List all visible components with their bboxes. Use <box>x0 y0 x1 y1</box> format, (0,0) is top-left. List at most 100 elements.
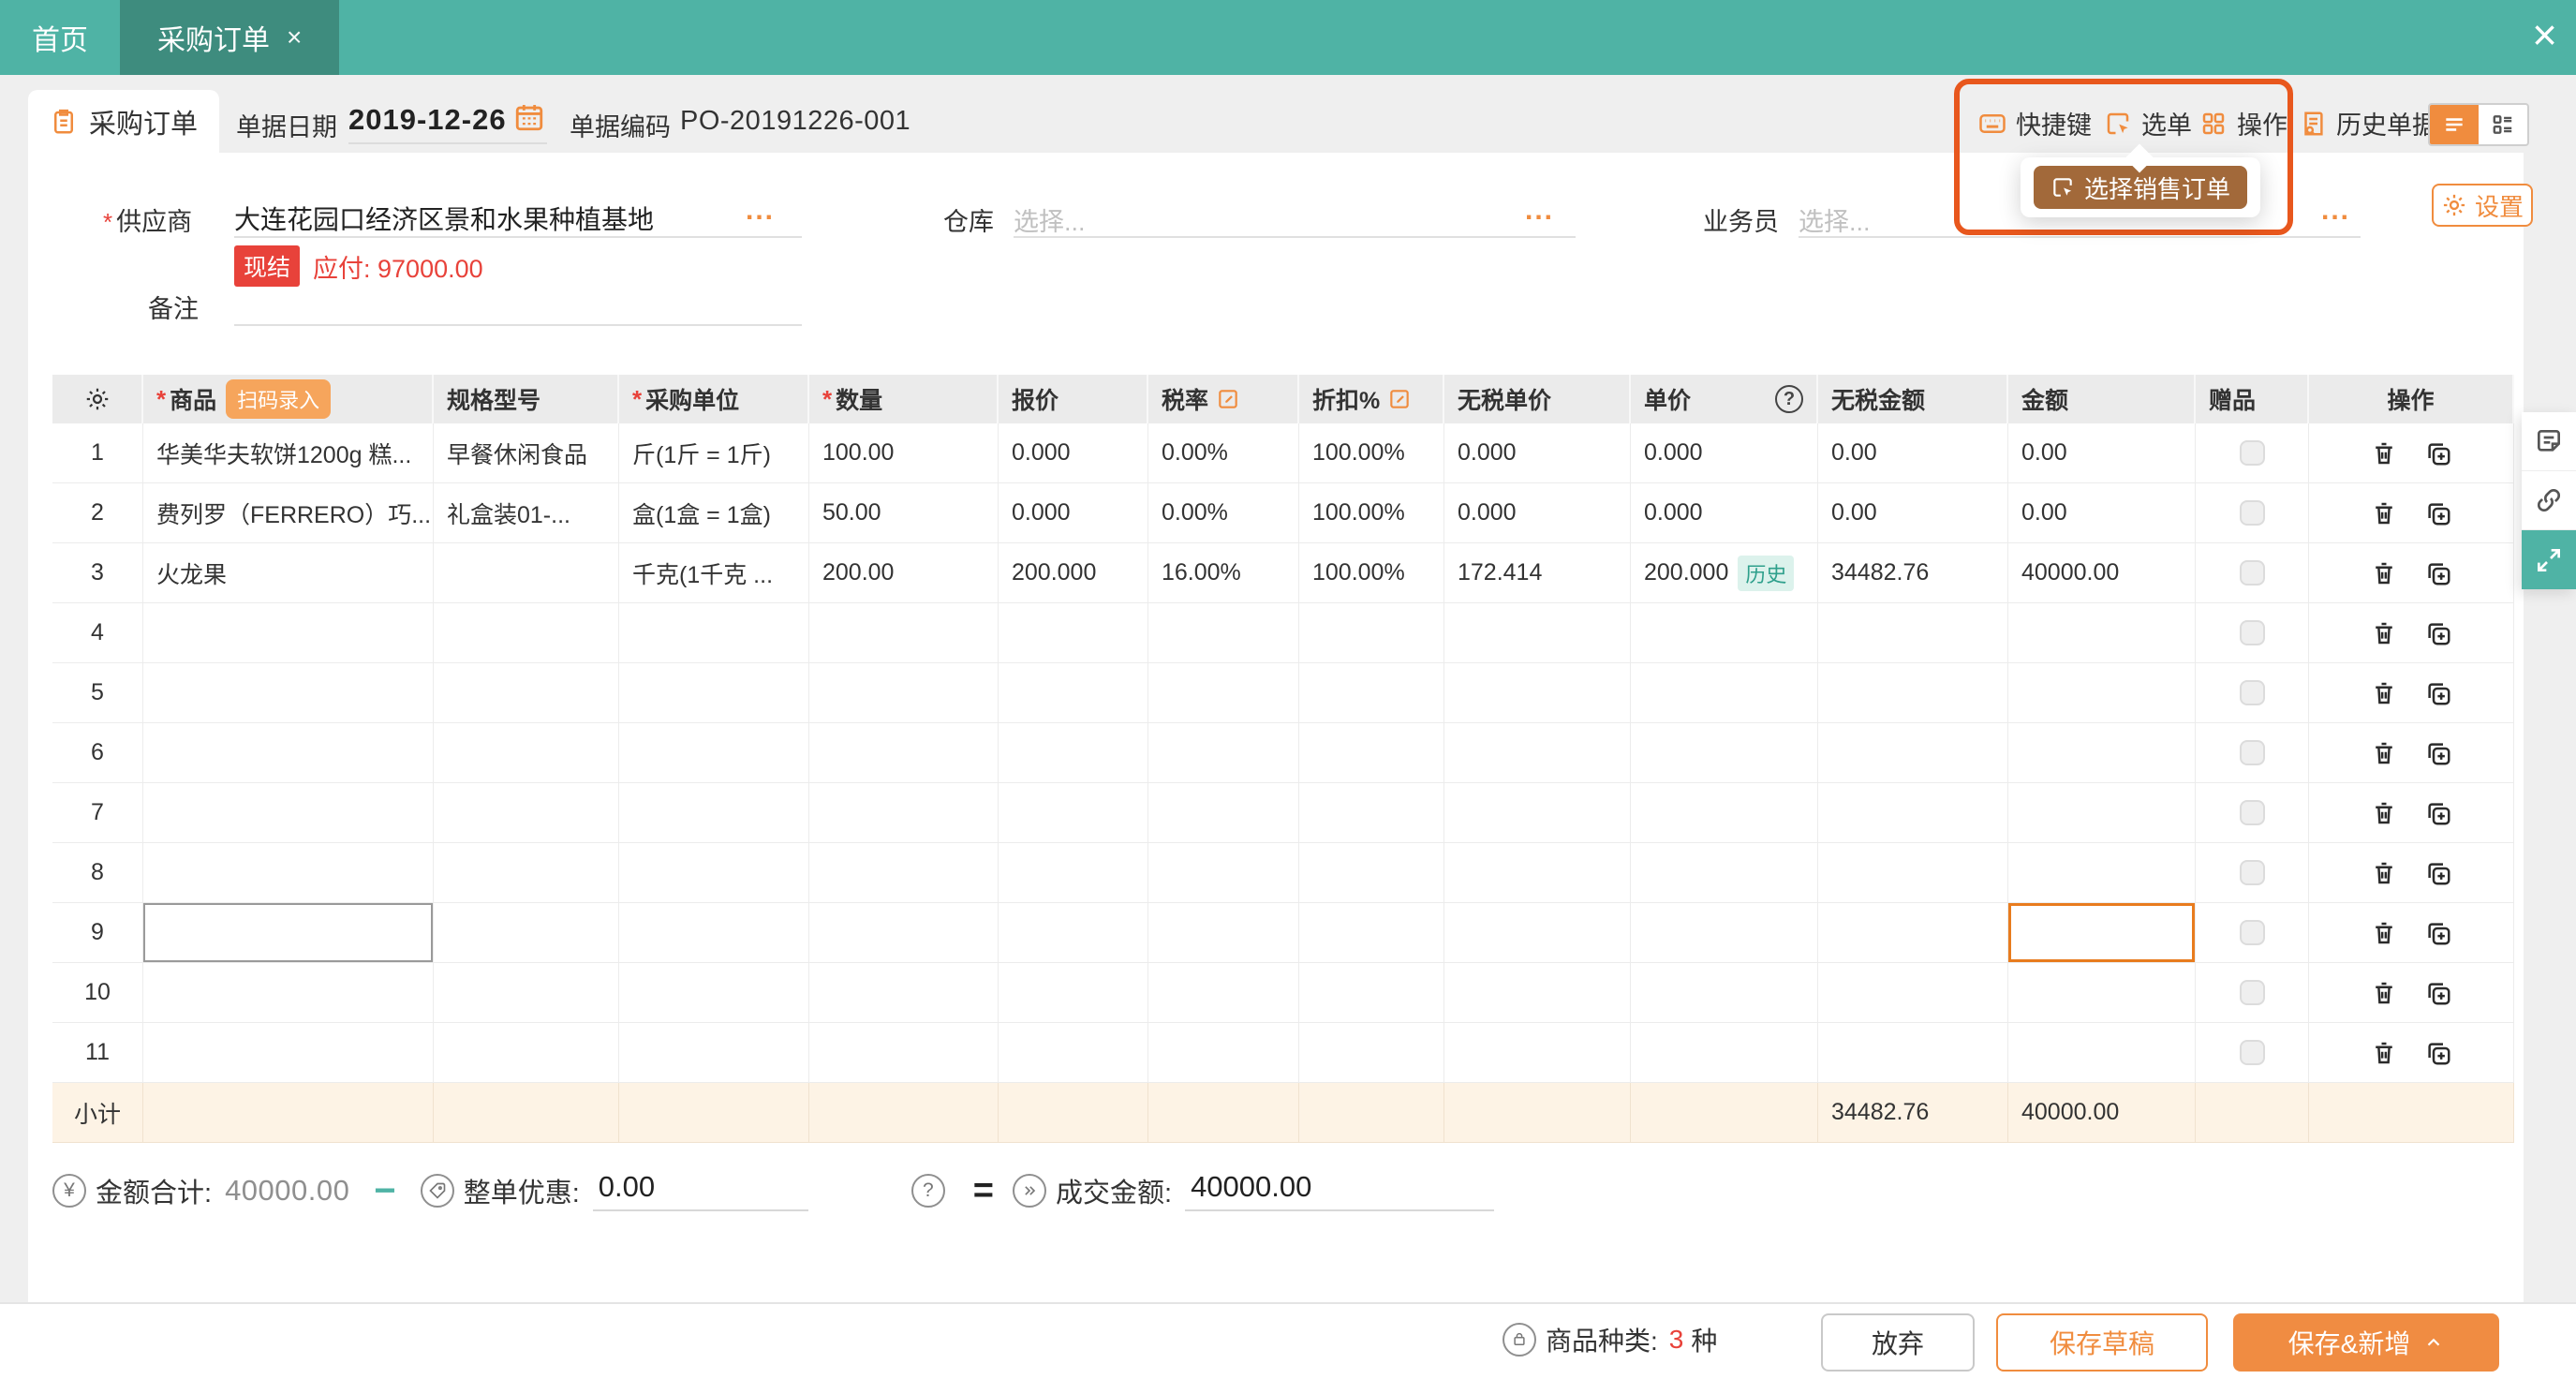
notax-amount-cell[interactable]: 0.00 <box>1818 483 2008 543</box>
amount-cell[interactable] <box>2008 783 2196 843</box>
amount-cell[interactable] <box>2008 663 2196 723</box>
quote-cell[interactable] <box>999 603 1148 663</box>
quote-cell[interactable]: 200.000 <box>999 543 1148 603</box>
quote-cell[interactable] <box>999 663 1148 723</box>
delete-row-icon[interactable] <box>2370 739 2398 767</box>
notax-price-cell[interactable] <box>1444 663 1631 723</box>
discount-cell[interactable]: 100.00% <box>1299 483 1444 543</box>
amount-cell[interactable] <box>2008 1023 2196 1083</box>
quote-cell[interactable] <box>999 783 1148 843</box>
product-cell[interactable] <box>143 723 434 783</box>
spec-cell[interactable] <box>434 723 619 783</box>
delete-row-icon[interactable] <box>2370 439 2398 467</box>
qty-cell[interactable]: 50.00 <box>809 483 999 543</box>
price-cell[interactable] <box>1631 1023 1818 1083</box>
discount-cell[interactable] <box>1299 843 1444 903</box>
expand-panel-button[interactable] <box>2522 530 2576 589</box>
delete-row-icon[interactable] <box>2370 859 2398 887</box>
quote-cell[interactable]: 0.000 <box>999 423 1148 483</box>
tab-close-icon[interactable]: × <box>287 22 302 52</box>
discount-cell[interactable] <box>1299 963 1444 1023</box>
unit-cell[interactable] <box>619 843 809 903</box>
price-cell[interactable]: 0.000 <box>1631 483 1818 543</box>
pick-sales-order-button[interactable]: 选择销售订单 <box>2033 166 2247 209</box>
save-draft-button[interactable]: 保存草稿 <box>1996 1313 2208 1372</box>
qty-cell[interactable] <box>809 1023 999 1083</box>
supplier-value[interactable]: 大连花园口经济区景和水果种植基地 <box>234 200 802 237</box>
tax-cell[interactable] <box>1148 603 1299 663</box>
tab-purchase-order[interactable]: 采购订单 × <box>120 0 340 75</box>
list-view-button[interactable] <box>2430 105 2479 144</box>
price-cell[interactable]: 0.000 <box>1631 423 1818 483</box>
unit-cell[interactable] <box>619 963 809 1023</box>
notax-amount-cell[interactable] <box>1818 723 2008 783</box>
qty-cell[interactable]: 100.00 <box>809 423 999 483</box>
settings-button[interactable]: 设置 <box>2432 184 2533 227</box>
spec-cell[interactable] <box>434 603 619 663</box>
scan-entry-button[interactable]: 扫码录入 <box>226 379 332 419</box>
quote-cell[interactable] <box>999 963 1148 1023</box>
window-close-icon[interactable]: × <box>2532 13 2557 56</box>
gift-checkbox[interactable] <box>2239 500 2265 526</box>
unit-cell[interactable] <box>619 903 809 963</box>
price-cell[interactable] <box>1631 903 1818 963</box>
quote-cell[interactable] <box>999 723 1148 783</box>
gift-checkbox[interactable] <box>2239 1040 2265 1065</box>
spec-cell[interactable] <box>434 783 619 843</box>
delete-row-icon[interactable] <box>2370 979 2398 1007</box>
copy-row-icon[interactable] <box>2424 619 2452 647</box>
gift-checkbox[interactable] <box>2239 440 2265 466</box>
amount-cell[interactable]: 0.00 <box>2008 423 2196 483</box>
quote-cell[interactable] <box>999 1023 1148 1083</box>
help-icon[interactable]: ? <box>910 1174 945 1208</box>
qty-cell[interactable] <box>809 603 999 663</box>
notax-amount-cell[interactable]: 0.00 <box>1818 423 2008 483</box>
qty-cell[interactable] <box>809 963 999 1023</box>
gift-checkbox[interactable] <box>2239 620 2265 645</box>
tax-cell[interactable] <box>1148 963 1299 1023</box>
tax-cell[interactable] <box>1148 903 1299 963</box>
qty-cell[interactable] <box>809 903 999 963</box>
qty-cell[interactable] <box>809 723 999 783</box>
copy-row-icon[interactable] <box>2424 739 2452 767</box>
qty-cell[interactable] <box>809 663 999 723</box>
notax-price-cell[interactable] <box>1444 1023 1631 1083</box>
unit-cell[interactable] <box>619 723 809 783</box>
note-panel-button[interactable] <box>2522 412 2576 471</box>
final-amount-value[interactable]: 40000.00 <box>1185 1170 1495 1211</box>
notax-price-cell[interactable] <box>1444 903 1631 963</box>
delete-row-icon[interactable] <box>2370 799 2398 827</box>
notax-price-cell[interactable]: 0.000 <box>1444 423 1631 483</box>
discount-cell[interactable]: 100.00% <box>1299 423 1444 483</box>
warehouse-more-icon[interactable]: ... <box>1525 195 1554 227</box>
history-docs-button[interactable]: 历史单据 <box>2299 105 2437 141</box>
header-more-icon[interactable]: ... <box>2321 195 2350 227</box>
unit-cell[interactable]: 盒(1盒 = 1盒) <box>619 483 809 543</box>
column-settings-cell[interactable] <box>52 375 143 423</box>
discount-cell[interactable] <box>1299 903 1444 963</box>
shortcut-keys-button[interactable]: 快捷键 <box>1978 105 2092 141</box>
notax-amount-cell[interactable] <box>1818 783 2008 843</box>
qty-cell[interactable]: 200.00 <box>809 543 999 603</box>
product-cell[interactable]: 华美华夫软饼1200g 糕... <box>143 423 434 483</box>
tax-cell[interactable] <box>1148 663 1299 723</box>
amount-cell[interactable] <box>2008 843 2196 903</box>
warehouse-placeholder[interactable]: 选择... <box>1014 201 1086 238</box>
product-cell[interactable] <box>143 1023 434 1083</box>
qty-cell[interactable] <box>809 783 999 843</box>
price-cell[interactable] <box>1631 963 1818 1023</box>
amount-cell[interactable]: 40000.00 <box>2008 543 2196 603</box>
unit-cell[interactable]: 斤(1斤 = 1斤) <box>619 423 809 483</box>
unit-cell[interactable]: 千克(1千克 ... <box>619 543 809 603</box>
gift-checkbox[interactable] <box>2239 980 2265 1005</box>
discount-cell[interactable] <box>1299 1023 1444 1083</box>
notax-amount-cell[interactable] <box>1818 603 2008 663</box>
discount-cell[interactable] <box>1299 663 1444 723</box>
save-and-new-button[interactable]: 保存&新增 <box>2233 1313 2499 1372</box>
actions-button[interactable]: 操作 <box>2199 105 2287 141</box>
spec-cell[interactable] <box>434 843 619 903</box>
delete-row-icon[interactable] <box>2370 679 2398 707</box>
unit-cell[interactable] <box>619 1023 809 1083</box>
edit-icon[interactable] <box>1387 387 1412 411</box>
spec-cell[interactable]: 早餐休闲食品 <box>434 423 619 483</box>
